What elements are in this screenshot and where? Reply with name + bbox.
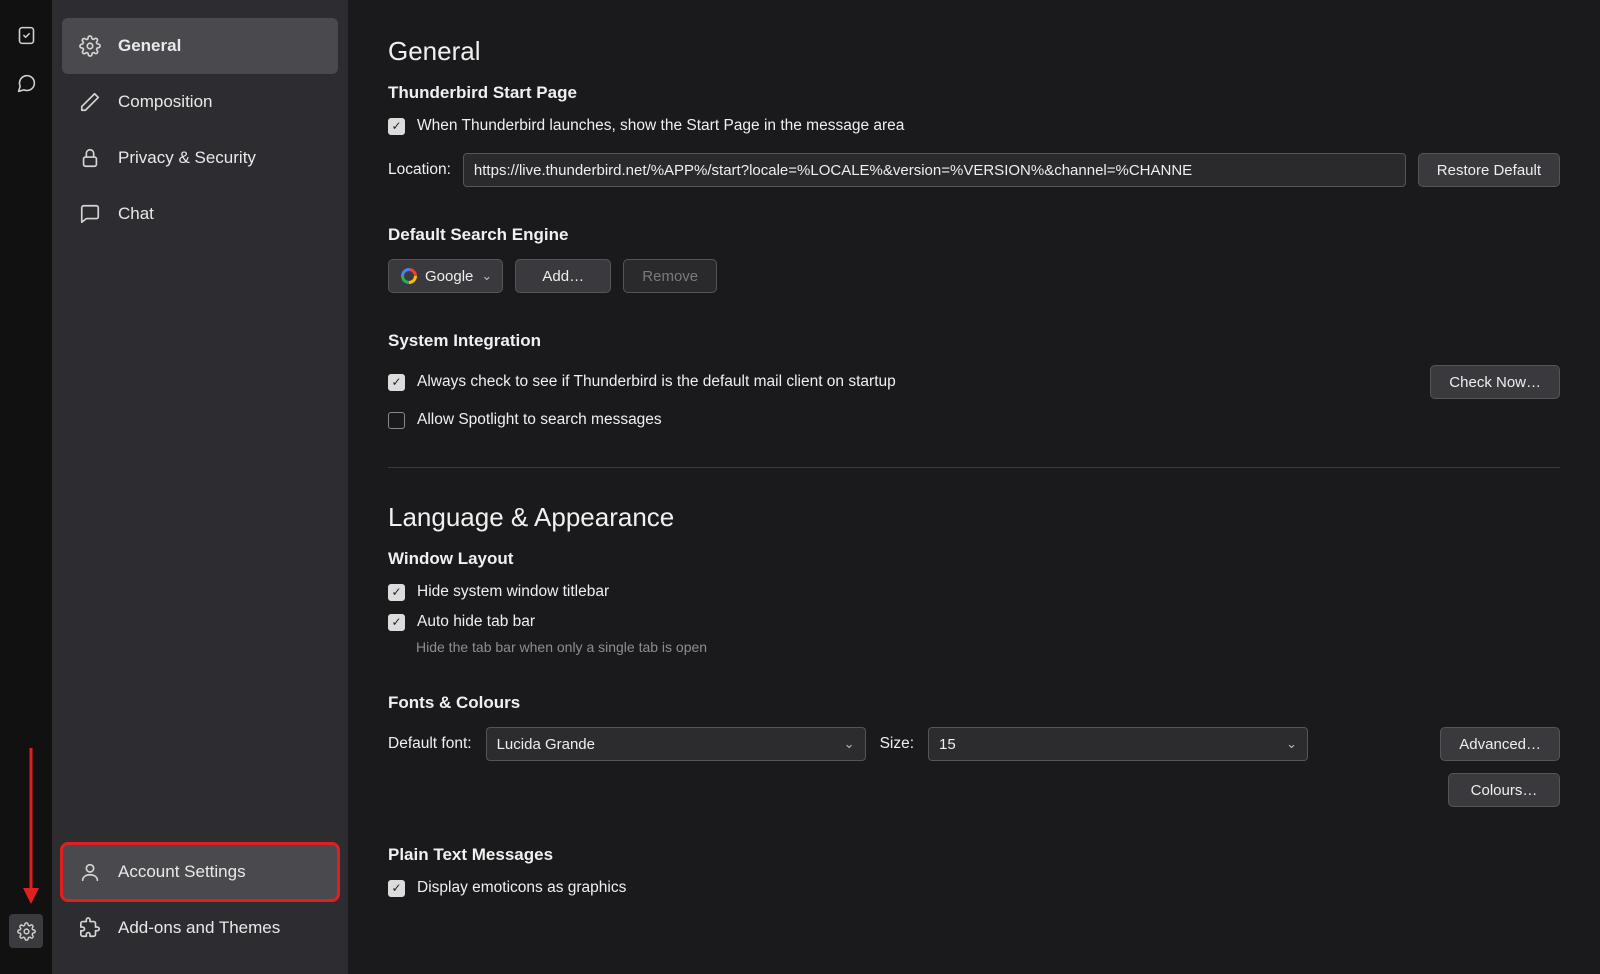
font-size-label: Size: <box>880 735 914 753</box>
hide-titlebar-checkbox[interactable]: ✓ <box>388 584 405 601</box>
remove-engine-button[interactable]: Remove <box>623 259 717 293</box>
puzzle-icon <box>78 916 102 940</box>
sidebar-label: Add-ons and Themes <box>118 918 280 938</box>
system-integration-section: System Integration ✓ Always check to see… <box>388 331 1560 429</box>
check-now-button[interactable]: Check Now… <box>1430 365 1560 399</box>
annotation-arrow <box>19 748 43 906</box>
search-engine-heading: Default Search Engine <box>388 225 1560 245</box>
search-engine-value: Google <box>425 268 473 285</box>
chevron-down-icon: ⌄ <box>1286 736 1297 752</box>
add-engine-button[interactable]: Add… <box>515 259 611 293</box>
default-font-select[interactable]: Lucida Grande ⌄ <box>486 727 866 761</box>
tasks-icon[interactable] <box>9 18 43 52</box>
search-engine-select[interactable]: Google ⌄ <box>388 259 503 293</box>
fonts-colours-section: Fonts & Colours Default font: Lucida Gra… <box>388 693 1560 807</box>
auto-hide-tab-label: Auto hide tab bar <box>417 613 535 631</box>
gear-icon <box>78 34 102 58</box>
settings-content: General Thunderbird Start Page ✓ When Th… <box>348 0 1600 974</box>
hide-titlebar-label: Hide system window titlebar <box>417 583 609 601</box>
start-page-checkbox[interactable]: ✓ <box>388 118 405 135</box>
sidebar-item-composition[interactable]: Composition <box>62 74 338 130</box>
section-divider <box>388 467 1560 468</box>
sidebar-label: Composition <box>118 92 213 112</box>
start-page-heading: Thunderbird Start Page <box>388 83 1560 103</box>
rail-settings-icon[interactable] <box>9 914 43 948</box>
plain-text-section: Plain Text Messages ✓ Display emoticons … <box>388 845 1560 897</box>
sidebar-item-general[interactable]: General <box>62 18 338 74</box>
sidebar-label: Chat <box>118 204 154 224</box>
default-font-value: Lucida Grande <box>497 736 595 753</box>
spotlight-label: Allow Spotlight to search messages <box>417 411 662 429</box>
sidebar-item-account-settings[interactable]: Account Settings <box>62 844 338 900</box>
start-page-checkbox-label: When Thunderbird launches, show the Star… <box>417 117 904 135</box>
default-mail-label: Always check to see if Thunderbird is th… <box>417 373 896 391</box>
chevron-down-icon: ⌄ <box>481 268 492 284</box>
location-input[interactable] <box>463 153 1406 187</box>
section-title-general: General <box>388 36 1560 67</box>
spotlight-checkbox[interactable] <box>388 412 405 429</box>
emoticons-label: Display emoticons as graphics <box>417 879 626 897</box>
sidebar-item-chat[interactable]: Chat <box>62 186 338 242</box>
search-engine-section: Default Search Engine Google ⌄ Add… Remo… <box>388 225 1560 293</box>
app-icon-rail <box>0 0 52 974</box>
default-mail-checkbox[interactable]: ✓ <box>388 374 405 391</box>
font-size-select[interactable]: 15 ⌄ <box>928 727 1308 761</box>
default-font-label: Default font: <box>388 735 472 753</box>
section-title-appearance: Language & Appearance <box>388 502 1560 533</box>
window-layout-heading: Window Layout <box>388 549 1560 569</box>
chat-icon[interactable] <box>9 66 43 100</box>
restore-default-button[interactable]: Restore Default <box>1418 153 1560 187</box>
account-icon <box>78 860 102 884</box>
fonts-colours-heading: Fonts & Colours <box>388 693 1560 713</box>
system-integration-heading: System Integration <box>388 331 1560 351</box>
sidebar-item-addons[interactable]: Add-ons and Themes <box>62 900 338 956</box>
google-logo-icon <box>401 268 417 284</box>
sidebar-label: General <box>118 36 181 56</box>
pencil-icon <box>78 90 102 114</box>
auto-hide-tab-checkbox[interactable]: ✓ <box>388 614 405 631</box>
location-label: Location: <box>388 161 451 179</box>
sidebar-item-privacy[interactable]: Privacy & Security <box>62 130 338 186</box>
window-layout-section: Window Layout ✓ Hide system window title… <box>388 549 1560 655</box>
emoticons-checkbox[interactable]: ✓ <box>388 880 405 897</box>
auto-hide-tab-hint: Hide the tab bar when only a single tab … <box>388 639 1560 655</box>
sidebar-label: Privacy & Security <box>118 148 256 168</box>
colours-button[interactable]: Colours… <box>1448 773 1560 807</box>
lock-icon <box>78 146 102 170</box>
speech-bubble-icon <box>78 202 102 226</box>
fonts-advanced-button[interactable]: Advanced… <box>1440 727 1560 761</box>
settings-sidebar: General Composition Privacy & Security C… <box>52 0 348 974</box>
chevron-down-icon: ⌄ <box>844 736 855 752</box>
sidebar-label: Account Settings <box>118 862 246 882</box>
plain-text-heading: Plain Text Messages <box>388 845 1560 865</box>
font-size-value: 15 <box>939 736 956 753</box>
start-page-section: Thunderbird Start Page ✓ When Thunderbir… <box>388 83 1560 187</box>
